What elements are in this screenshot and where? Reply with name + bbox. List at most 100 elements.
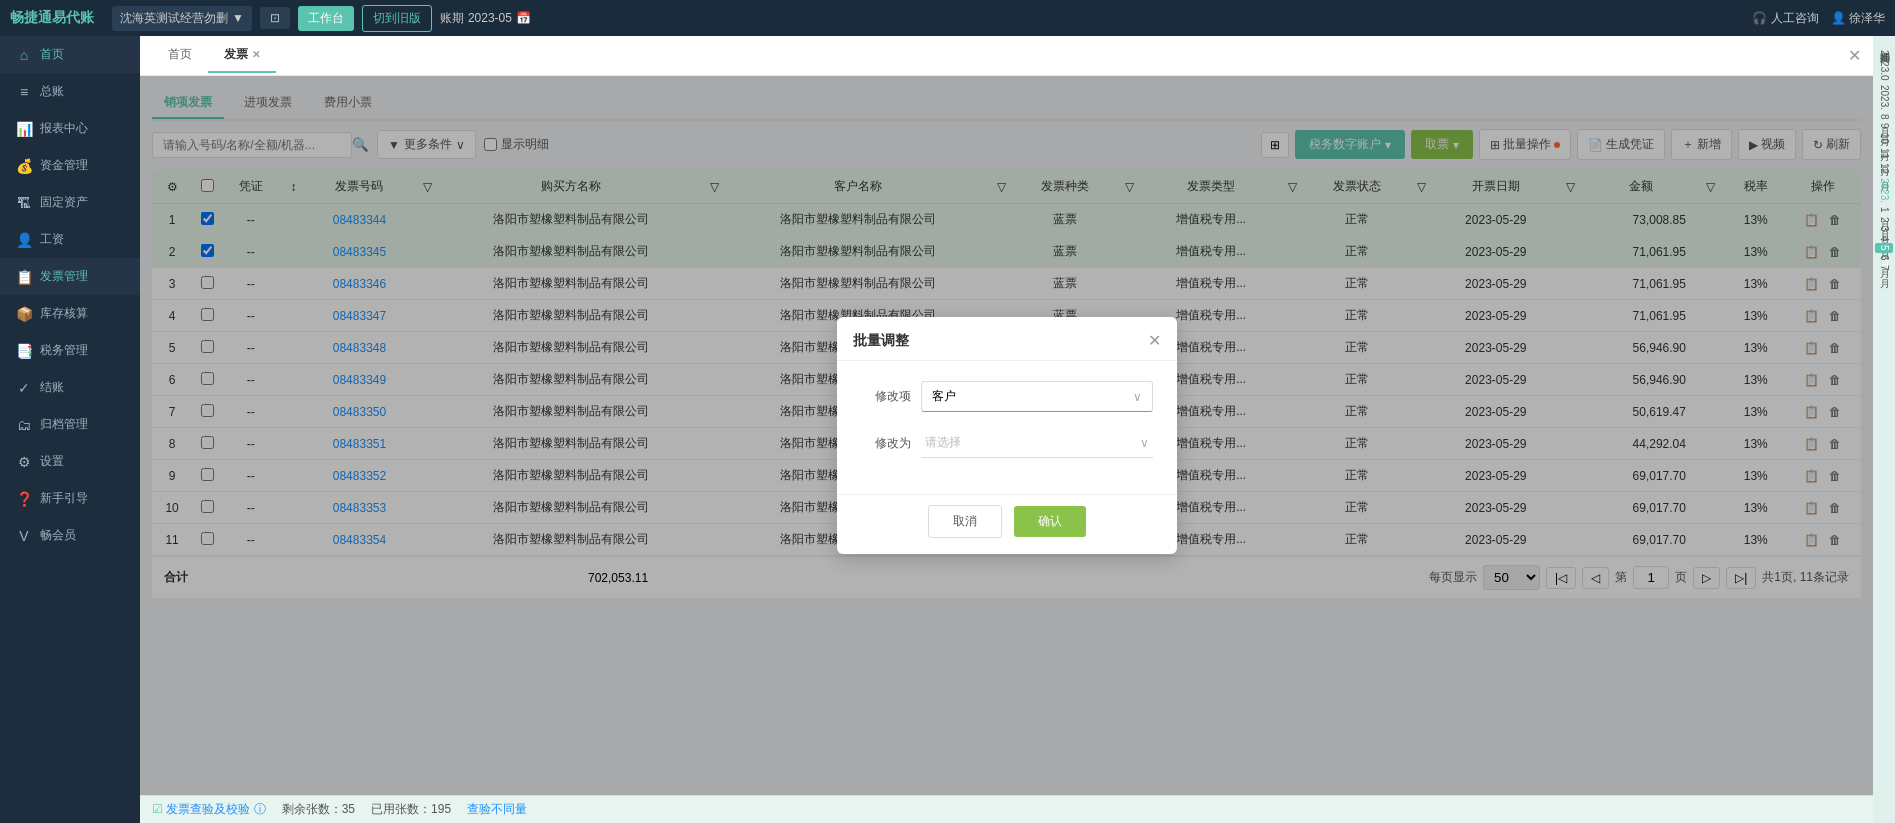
- cal-apr[interactable]: 4月: [1875, 234, 1893, 244]
- copy-btn[interactable]: ⊡: [260, 7, 290, 29]
- cal-jul[interactable]: 7月: [1875, 263, 1893, 273]
- sidebar-item-archive[interactable]: 🗂 归档管理: [0, 406, 140, 443]
- tax-icon: 📑: [16, 343, 32, 359]
- top-bar: 畅捷通易代账 沈海英测试经营勿删 ▼ ⊡ 工作台 切到旧版 账期 2023-05…: [0, 0, 1895, 36]
- period-info: 账期 2023-05 📅: [440, 10, 531, 27]
- cal-jan[interactable]: 1月: [1875, 205, 1893, 215]
- sidebar-item-settings[interactable]: ⚙ 设置: [0, 443, 140, 480]
- modal-title: 批量调整: [853, 332, 909, 350]
- cal-2023-start[interactable]: 2023.0: [1877, 48, 1892, 83]
- settings-icon: ⚙: [16, 454, 32, 470]
- user-avatar[interactable]: 👤 徐泽华: [1831, 10, 1885, 27]
- reports-icon: 📊: [16, 121, 32, 137]
- switch-period-btn[interactable]: 切到旧版: [362, 5, 432, 32]
- cal-mar[interactable]: 3月: [1875, 224, 1893, 234]
- query-label[interactable]: 查验不同量: [467, 801, 527, 818]
- select-arrow-icon: ∨: [1133, 390, 1142, 404]
- cal-period-select[interactable]: 期间选择: [1875, 40, 1893, 48]
- sidebar-item-guide[interactable]: ❓ 新手引导: [0, 480, 140, 517]
- modal-footer: 取消 确认: [837, 494, 1177, 554]
- tab-home[interactable]: 首页: [152, 38, 208, 73]
- sidebar-item-label: 资金管理: [40, 157, 88, 174]
- sidebar-item-label: 归档管理: [40, 416, 88, 433]
- modal-body: 修改项 客户 ∨ 修改为 请选择 ∨: [837, 361, 1177, 494]
- modal-overlay: 批量调整 ✕ 修改项 客户 ∨: [140, 76, 1873, 795]
- sidebar-item-label: 工资: [40, 231, 64, 248]
- sidebar: ⌂ 首页 ≡ 总账 📊 报表中心 💰 资金管理 🏗 固定资产 👤 工资: [0, 36, 140, 823]
- confirm-button[interactable]: 确认: [1014, 506, 1086, 537]
- content-area: 首页 发票 ✕ ✕ 销项发票 进项发票: [140, 36, 1873, 823]
- home-icon: ⌂: [16, 47, 32, 63]
- status-bar: ☑ 发票查验及校验 ⓘ 剩余张数：35 已用张数：195 查验不同量: [140, 795, 1873, 823]
- app-logo: 畅捷通易代账: [10, 9, 94, 27]
- cal-dec[interactable]: 12月: [1875, 161, 1893, 176]
- sidebar-item-label: 库存核算: [40, 305, 88, 322]
- modify-to-label: 修改为: [861, 435, 911, 452]
- check-label: ☑ 发票查验及校验 ⓘ: [152, 801, 266, 818]
- guide-icon: ❓: [16, 491, 32, 507]
- tab-bar-close-icon[interactable]: ✕: [1848, 46, 1861, 65]
- sidebar-item-label: 发票管理: [40, 268, 88, 285]
- sidebar-item-settlement[interactable]: ✓ 结账: [0, 369, 140, 406]
- sidebar-item-label: 畅会员: [40, 527, 76, 544]
- sidebar-item-vip[interactable]: V 畅会员: [0, 517, 140, 554]
- batch-adjust-modal: 批量调整 ✕ 修改项 客户 ∨: [837, 317, 1177, 554]
- settlement-icon: ✓: [16, 380, 32, 396]
- dropdown-icon: ▼: [232, 11, 244, 25]
- sidebar-item-payroll[interactable]: 👤 工资: [0, 221, 140, 258]
- sidebar-item-invoice[interactable]: 📋 发票管理: [0, 258, 140, 295]
- sidebar-item-funds[interactable]: 💰 资金管理: [0, 147, 140, 184]
- modify-to-select[interactable]: 请选择 ∨: [921, 428, 1153, 458]
- modify-to-placeholder: 请选择: [925, 434, 961, 451]
- sidebar-item-inventory[interactable]: 📦 库存核算: [0, 295, 140, 332]
- company-selector[interactable]: 沈海英测试经营勿删 ▼: [112, 6, 252, 31]
- avatar-icon: 👤: [1831, 11, 1846, 25]
- sidebar-item-tax[interactable]: 📑 税务管理: [0, 332, 140, 369]
- company-name: 沈海英测试经营勿删: [120, 10, 228, 27]
- sidebar-item-label: 首页: [40, 46, 64, 63]
- tab-close-icon[interactable]: ✕: [252, 49, 260, 60]
- human-support[interactable]: 🎧 人工咨询: [1752, 10, 1818, 27]
- sidebar-item-ledger[interactable]: ≡ 总账: [0, 73, 140, 110]
- sidebar-item-label: 税务管理: [40, 342, 88, 359]
- funds-icon: 💰: [16, 158, 32, 174]
- cal-2023[interactable]: 2023.: [1877, 83, 1892, 112]
- cal-sep[interactable]: 9月: [1875, 121, 1893, 131]
- cancel-button[interactable]: 取消: [928, 505, 1002, 538]
- cal-2023-current[interactable]: 2023.: [1877, 176, 1892, 205]
- workbench-btn[interactable]: 工作台: [298, 6, 354, 31]
- cal-aug[interactable]: 8月: [1875, 112, 1893, 122]
- right-calendar-panel: 期间选择 2023.0 2023. 8月 9月 10月 11月 12月 2023…: [1873, 36, 1895, 823]
- sidebar-item-label: 设置: [40, 453, 64, 470]
- top-right: 🎧 人工咨询 👤 徐泽华: [1752, 10, 1885, 27]
- cal-nov[interactable]: 11月: [1875, 146, 1893, 161]
- cal-may[interactable]: 5月: [1875, 243, 1893, 253]
- ledger-icon: ≡: [16, 84, 32, 100]
- form-row-modify-to: 修改为 请选择 ∨: [861, 428, 1153, 458]
- sidebar-item-label: 报表中心: [40, 120, 88, 137]
- sidebar-item-label: 结账: [40, 379, 64, 396]
- modal-close-btn[interactable]: ✕: [1148, 331, 1161, 350]
- modal-header: 批量调整 ✕: [837, 317, 1177, 361]
- calendar-icon[interactable]: 📅: [516, 11, 531, 25]
- tab-invoice[interactable]: 发票 ✕: [208, 38, 276, 73]
- remaining-count: 剩余张数：35: [282, 801, 355, 818]
- modify-field-label: 修改项: [861, 388, 911, 405]
- sidebar-item-label: 总账: [40, 83, 64, 100]
- cal-jun[interactable]: 6月: [1875, 253, 1893, 263]
- sidebar-item-reports[interactable]: 📊 报表中心: [0, 110, 140, 147]
- modify-field-value: 客户: [932, 388, 956, 405]
- sidebar-item-home[interactable]: ⌂ 首页: [0, 36, 140, 73]
- form-row-modify-field: 修改项 客户 ∨: [861, 381, 1153, 412]
- modify-to-arrow-icon: ∨: [1140, 436, 1149, 450]
- headset-icon: 🎧: [1752, 11, 1767, 25]
- sidebar-item-assets[interactable]: 🏗 固定资产: [0, 184, 140, 221]
- invoice-icon: 📋: [16, 269, 32, 285]
- payroll-icon: 👤: [16, 232, 32, 248]
- cal-oct[interactable]: 10月: [1875, 131, 1893, 146]
- sidebar-item-label: 固定资产: [40, 194, 88, 211]
- check-icon: ☑: [152, 802, 163, 816]
- modify-field-select[interactable]: 客户 ∨: [921, 381, 1153, 412]
- page-content: 销项发票 进项发票 费用小票 🔍 ▼: [140, 76, 1873, 795]
- cal-feb[interactable]: 2月: [1875, 215, 1893, 225]
